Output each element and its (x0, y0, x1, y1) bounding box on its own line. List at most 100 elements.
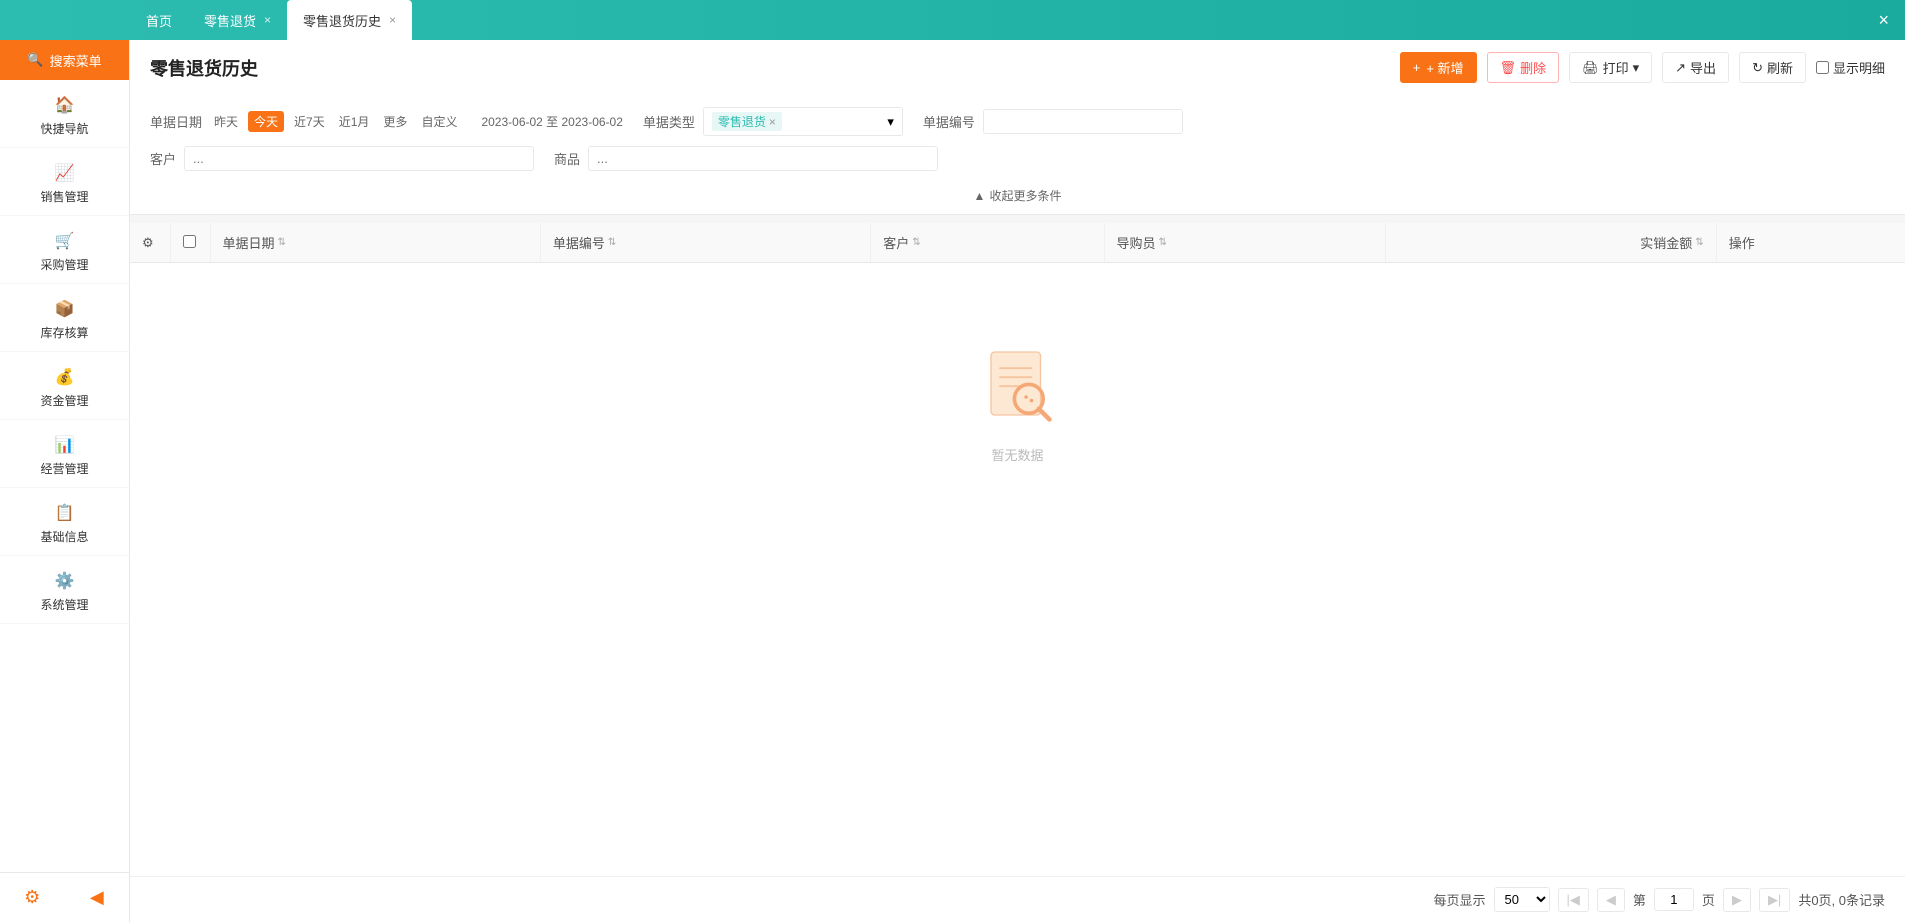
sidebar-item-finance[interactable]: 💰 资金管理 (0, 352, 129, 420)
filter-date-range-item: 2023-06-02 至 2023-06-02 (481, 113, 622, 130)
page-prev-button[interactable]: ◀ (1597, 888, 1625, 912)
data-table: ⚙ 单据日期 ⇅ (130, 223, 1905, 263)
sales-icon: 📈 (54, 162, 76, 184)
filter-area: 单据日期 昨天 今天 近7天 近1月 更多 自定义 2023-06-02 至 2… (150, 95, 1885, 214)
sidebar-search[interactable]: 🔍 搜索菜单 (0, 40, 129, 80)
export-icon: ↗ (1675, 60, 1686, 76)
date-1month[interactable]: 近1月 (335, 111, 374, 132)
purchase-icon: 🛒 (54, 230, 76, 252)
th-number: 单据编号 ⇅ (540, 223, 870, 263)
add-icon: + (1413, 60, 1421, 75)
filter-date: 单据日期 昨天 今天 近7天 近1月 更多 自定义 (150, 111, 461, 132)
print-dropdown-icon: ▾ (1633, 60, 1640, 76)
sidebar: 🔍 搜索菜单 🏠 快捷导航 📈 销售管理 🛒 采购管理 📦 库存核算 💰 资金管… (0, 40, 130, 922)
tab-retail-return[interactable]: 零售退货 × (188, 0, 287, 40)
sidebar-item-quick-nav[interactable]: 🏠 快捷导航 (0, 80, 129, 148)
sidebar-item-operations[interactable]: 📊 经营管理 (0, 420, 129, 488)
display-detail-wrap: 显示明细 (1816, 58, 1885, 77)
sort-date-icon: ⇅ (278, 237, 286, 248)
delete-icon: 🗑 (1500, 60, 1517, 76)
main-layout: 🔍 搜索菜单 🏠 快捷导航 📈 销售管理 🛒 采购管理 📦 库存核算 💰 资金管… (0, 40, 1905, 922)
close-tab-retail-return[interactable]: × (264, 13, 271, 27)
date-7days[interactable]: 近7天 (290, 111, 329, 132)
refresh-button[interactable]: ↻ 刷新 (1739, 52, 1806, 83)
th-date: 单据日期 ⇅ (210, 223, 540, 263)
sort-amount-icon: ⇅ (1695, 237, 1703, 248)
refresh-icon: ↻ (1752, 60, 1763, 76)
basic-info-icon: 📋 (54, 502, 76, 524)
goods-input[interactable] (588, 146, 938, 171)
sort-guide[interactable]: 导购员 ⇅ (1117, 233, 1374, 252)
date-yesterday[interactable]: 昨天 (210, 111, 242, 132)
date-shortcuts: 昨天 今天 近7天 近1月 更多 自定义 (210, 111, 461, 132)
sidebar-item-basic-info[interactable]: 📋 基础信息 (0, 488, 129, 556)
home-icon: 🏠 (54, 94, 76, 116)
tab-retail-return-history[interactable]: 零售退货历史 × (287, 0, 412, 40)
th-action: 操作 (1716, 223, 1905, 263)
sidebar-item-system[interactable]: ⚙️ 系统管理 (0, 556, 129, 624)
page-title: 零售退货历史 (150, 55, 258, 81)
sort-customer[interactable]: 客户 ⇅ (883, 233, 1091, 252)
voucher-input[interactable] (983, 109, 1183, 134)
settings-icon: ⚙ (24, 887, 40, 908)
toolbar: + + 新增 🗑 删除 🖨 打印 ▾ ↗ 导出 (1400, 52, 1885, 83)
operations-icon: 📊 (54, 434, 76, 456)
sort-guide-icon: ⇅ (1159, 237, 1167, 248)
sidebar-item-sales[interactable]: 📈 销售管理 (0, 148, 129, 216)
print-button[interactable]: 🖨 打印 ▾ (1569, 52, 1652, 83)
nav-close-button[interactable]: × (1862, 10, 1905, 31)
inventory-icon: 📦 (54, 298, 76, 320)
filter-goods: 商品 (554, 146, 938, 171)
collapse-up-icon: ▲ (974, 189, 986, 203)
table-settings-icon[interactable]: ⚙ (142, 235, 154, 250)
sidebar-settings-button[interactable]: ⚙ (0, 881, 65, 914)
th-settings: ⚙ (130, 223, 170, 263)
sort-amount[interactable]: 实销金额 ⇅ (1398, 233, 1703, 252)
delete-button[interactable]: 🗑 删除 (1487, 52, 1560, 83)
page-next-button[interactable]: ▶ (1723, 888, 1751, 912)
sidebar-item-purchase[interactable]: 🛒 采购管理 (0, 216, 129, 284)
search-icon: 🔍 (27, 52, 43, 68)
page-first-button[interactable]: |◀ (1558, 888, 1589, 912)
date-custom[interactable]: 自定义 (417, 111, 461, 132)
empty-state: 暂无数据 (130, 263, 1905, 544)
th-checkbox (170, 223, 210, 263)
page-size-select[interactable]: 50 10 20 100 (1494, 887, 1550, 912)
customer-input[interactable] (184, 146, 534, 171)
th-guide: 导购员 ⇅ (1104, 223, 1386, 263)
collapse-sidebar-icon: ◀ (90, 887, 104, 908)
page-number-input[interactable] (1654, 888, 1694, 911)
table-container: ⚙ 单据日期 ⇅ (130, 223, 1905, 876)
type-tag-remove[interactable]: × (769, 115, 776, 129)
type-select[interactable]: 零售退货 × ▾ (703, 107, 903, 136)
collapse-button[interactable]: ▲ 收起更多条件 (150, 181, 1885, 214)
date-more[interactable]: 更多 (379, 111, 411, 132)
sort-date[interactable]: 单据日期 ⇅ (223, 233, 528, 252)
sort-number[interactable]: 单据编号 ⇅ (553, 233, 858, 252)
top-nav: 首页 零售退货 × 零售退货历史 × × (0, 0, 1905, 40)
content-area: 零售退货历史 + + 新增 🗑 删除 🖨 打印 ▾ (130, 40, 1905, 922)
select-all-checkbox[interactable] (183, 235, 196, 248)
finance-icon: 💰 (54, 366, 76, 388)
export-button[interactable]: ↗ 导出 (1662, 52, 1729, 83)
type-select-dropdown-icon: ▾ (887, 114, 894, 130)
sidebar-bottom: ⚙ ◀ (0, 872, 129, 922)
filter-row-2: 客户 商品 (150, 146, 1885, 171)
filter-type: 单据类型 零售退货 × ▾ (643, 107, 903, 136)
date-today[interactable]: 今天 (248, 111, 284, 132)
display-detail-checkbox[interactable] (1816, 61, 1829, 74)
sidebar-collapse-button[interactable]: ◀ (65, 881, 130, 914)
empty-icon (973, 343, 1063, 433)
filter-customer: 客户 (150, 146, 534, 171)
date-range-text: 2023-06-02 至 2023-06-02 (481, 113, 622, 130)
filter-row-1: 单据日期 昨天 今天 近7天 近1月 更多 自定义 2023-06-02 至 2… (150, 107, 1885, 136)
page-last-button[interactable]: ▶| (1759, 888, 1790, 912)
add-button[interactable]: + + 新增 (1400, 52, 1477, 83)
sidebar-item-inventory[interactable]: 📦 库存核算 (0, 284, 129, 352)
print-icon: 🖨 (1582, 60, 1599, 76)
tab-home[interactable]: 首页 (130, 0, 188, 40)
pagination-bar: 每页显示 50 10 20 100 |◀ ◀ 第 页 ▶ ▶| 共0页, 0条记… (130, 876, 1905, 922)
filter-voucher: 单据编号 (923, 109, 1183, 134)
th-customer: 客户 ⇅ (871, 223, 1104, 263)
close-tab-retail-return-history[interactable]: × (389, 13, 396, 27)
